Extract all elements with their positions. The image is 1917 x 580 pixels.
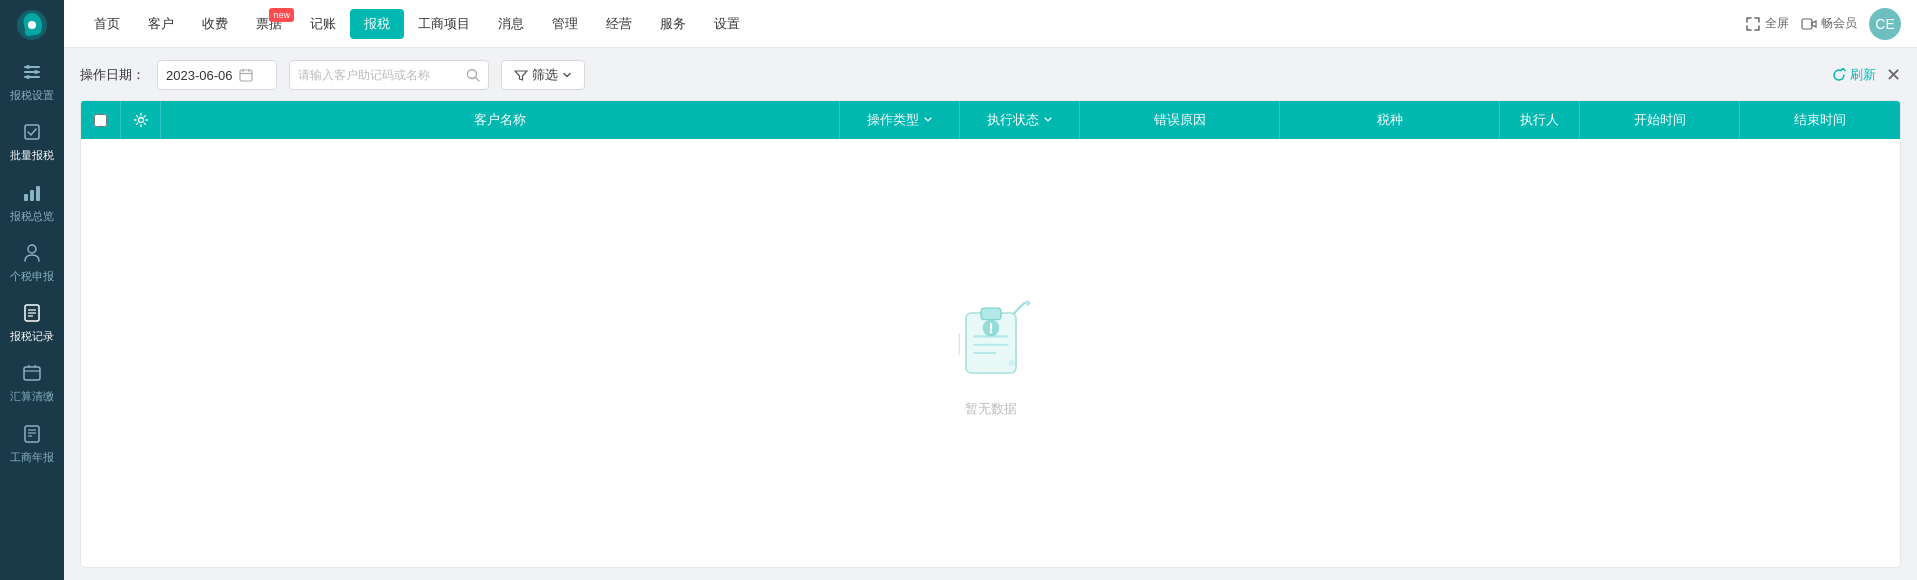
svg-rect-34 xyxy=(981,308,1001,320)
nav-right: 全屏 畅会员 CE xyxy=(1745,8,1901,40)
toolbar: 操作日期： 2023-06-06 请输入客户助记码或名称 xyxy=(80,60,1901,90)
th-settings[interactable] xyxy=(121,101,161,139)
table-header: 客户名称 操作类型 执行状态 错误原因 xyxy=(81,101,1900,139)
svg-rect-21 xyxy=(25,426,39,442)
video-icon xyxy=(1801,16,1817,32)
svg-point-5 xyxy=(26,65,30,69)
svg-point-32 xyxy=(138,118,143,123)
sidebar-item-piliangshuishou[interactable]: 批量报税 xyxy=(0,110,64,170)
logo xyxy=(0,0,64,50)
toolbar-right: 刷新 ✕ xyxy=(1832,64,1901,86)
sidebar-item-baoshuizonglan[interactable]: 报税总览 xyxy=(0,171,64,231)
batch-icon xyxy=(18,118,46,146)
nav-item-message[interactable]: 消息 xyxy=(484,0,538,48)
overview-icon xyxy=(18,179,46,207)
nav-item-customer[interactable]: 客户 xyxy=(134,0,188,48)
empty-illustration xyxy=(941,288,1041,388)
table-body: 暂无数据 xyxy=(81,139,1900,567)
nav-item-settings[interactable]: 设置 xyxy=(700,0,754,48)
svg-line-31 xyxy=(476,78,480,82)
th-start-time: 开始时间 xyxy=(1580,101,1740,139)
filter-status-icon xyxy=(1043,115,1053,125)
nav-item-operation[interactable]: 经营 xyxy=(592,0,646,48)
th-checkbox[interactable] xyxy=(81,101,121,139)
nav-item-manage[interactable]: 管理 xyxy=(538,0,592,48)
date-label: 操作日期： xyxy=(80,66,145,84)
svg-rect-11 xyxy=(36,186,40,201)
main-area: 首页 客户 收费 票据 new 记账 报税 工商项目 消息 管理 经营 xyxy=(64,0,1917,580)
nav-item-homepage[interactable]: 首页 xyxy=(80,0,134,48)
sidebar-item-geshuishenbao[interactable]: 个税申报 xyxy=(0,231,64,291)
svg-point-12 xyxy=(28,245,36,253)
nav-item-invoice[interactable]: 票据 new xyxy=(242,0,296,48)
sidebar: 报税设置 批量报税 报税总览 个税申报 xyxy=(0,0,64,580)
date-picker[interactable]: 2023-06-06 xyxy=(157,60,277,90)
svg-point-7 xyxy=(26,75,30,79)
svg-point-40 xyxy=(989,331,992,334)
sidebar-item-gongshangnianbaio[interactable]: 工商年报 xyxy=(0,412,64,472)
avatar[interactable]: CE xyxy=(1869,8,1901,40)
member-btn[interactable]: 畅会员 xyxy=(1801,15,1857,32)
filter-op-icon xyxy=(923,115,933,125)
column-settings-icon xyxy=(133,112,149,128)
svg-rect-8 xyxy=(25,125,39,139)
annual-report-icon xyxy=(18,420,46,448)
fullscreen-btn[interactable]: 全屏 xyxy=(1745,15,1789,32)
svg-point-1 xyxy=(28,21,36,29)
svg-rect-25 xyxy=(1802,19,1812,29)
sidebar-item-baoshuijilu[interactable]: 报税记录 xyxy=(0,291,64,351)
personal-tax-icon xyxy=(18,239,46,267)
sidebar-item-huisuanqingdi[interactable]: 汇算清缴 xyxy=(0,351,64,411)
content: 操作日期： 2023-06-06 请输入客户助记码或名称 xyxy=(64,48,1917,580)
settings-icon xyxy=(18,58,46,86)
nav-item-industry[interactable]: 工商项目 xyxy=(404,0,484,48)
nav-item-service[interactable]: 服务 xyxy=(646,0,700,48)
nav-item-accounting[interactable]: 记账 xyxy=(296,0,350,48)
svg-rect-10 xyxy=(30,190,34,201)
th-executor: 执行人 xyxy=(1500,101,1580,139)
search-box[interactable]: 请输入客户助记码或名称 xyxy=(289,60,489,90)
th-tax-type: 税种 xyxy=(1280,101,1500,139)
chevron-down-icon xyxy=(562,70,572,80)
empty-text: 暂无数据 xyxy=(965,400,1017,418)
search-icon xyxy=(466,68,480,82)
top-nav: 首页 客户 收费 票据 new 记账 报税 工商项目 消息 管理 经营 xyxy=(64,0,1917,48)
svg-rect-17 xyxy=(24,367,40,380)
calendar-icon xyxy=(239,68,253,82)
filter-btn[interactable]: 筛选 xyxy=(501,60,585,90)
svg-point-6 xyxy=(34,70,38,74)
th-error-reason: 错误原因 xyxy=(1080,101,1280,139)
search-placeholder: 请输入客户助记码或名称 xyxy=(298,67,430,84)
refresh-btn[interactable]: 刷新 xyxy=(1832,66,1876,84)
close-btn[interactable]: ✕ xyxy=(1886,64,1901,86)
th-exec-status[interactable]: 执行状态 xyxy=(960,101,1080,139)
settlement-icon xyxy=(18,359,46,387)
new-badge: new xyxy=(269,8,294,22)
fullscreen-icon xyxy=(1745,16,1761,32)
filter-icon xyxy=(514,68,528,82)
refresh-icon xyxy=(1832,68,1846,82)
table-container: 客户名称 操作类型 执行状态 错误原因 xyxy=(80,100,1901,568)
select-all-checkbox[interactable] xyxy=(94,114,107,127)
empty-state: 暂无数据 xyxy=(941,288,1041,418)
record-icon xyxy=(18,299,46,327)
nav-item-tax[interactable]: 报税 xyxy=(350,9,404,39)
th-client-name: 客户名称 xyxy=(161,101,840,139)
th-op-type[interactable]: 操作类型 xyxy=(840,101,960,139)
svg-rect-9 xyxy=(24,194,28,201)
sidebar-item-baoshuishezhi[interactable]: 报税设置 xyxy=(0,50,64,110)
nav-item-billing[interactable]: 收费 xyxy=(188,0,242,48)
svg-rect-26 xyxy=(240,70,252,81)
svg-point-42 xyxy=(1008,360,1015,367)
svg-line-43 xyxy=(1014,303,1024,313)
th-end-time: 结束时间 xyxy=(1740,101,1900,139)
